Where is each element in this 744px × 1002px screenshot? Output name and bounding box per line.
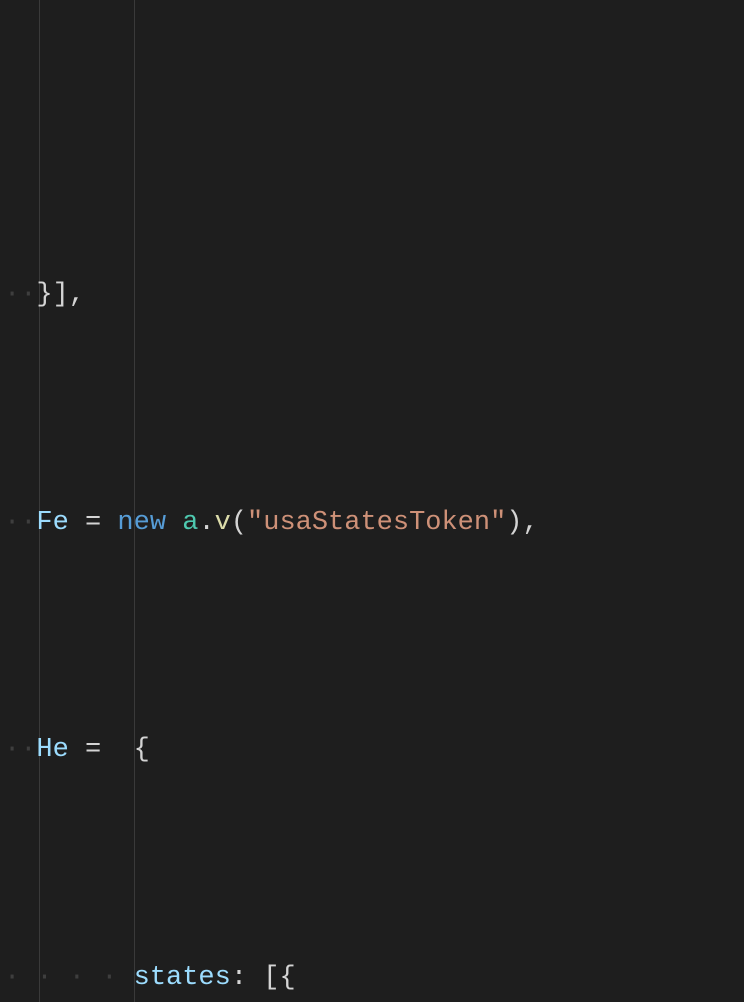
code-line[interactable]: ··}], — [4, 273, 744, 319]
identifier-v: v — [215, 508, 231, 538]
whitespace: · · · · — [4, 963, 134, 993]
whitespace: ·· — [4, 508, 36, 538]
code-line[interactable]: · · · · states: [{ — [4, 956, 744, 1002]
punct: . — [198, 508, 214, 538]
code-editor[interactable]: ··}], ··Fe = new a.v("usaStatesToken"), … — [0, 0, 744, 1002]
whitespace: ·· — [4, 280, 36, 310]
punct: ( — [231, 508, 247, 538]
punct: ), — [506, 508, 538, 538]
operator: = — [69, 508, 118, 538]
operator: = — [69, 735, 118, 765]
punct: { — [117, 735, 149, 765]
property-states: states — [134, 963, 231, 993]
code-line[interactable]: ··He = { — [4, 728, 744, 774]
identifier-fe: Fe — [36, 508, 68, 538]
identifier-a: a — [182, 508, 198, 538]
keyword-new: new — [117, 508, 166, 538]
whitespace: ·· — [4, 735, 36, 765]
punct: : — [231, 963, 263, 993]
code-line[interactable]: ··Fe = new a.v("usaStatesToken"), — [4, 501, 744, 547]
punct: [{ — [263, 963, 295, 993]
identifier-he: He — [36, 735, 68, 765]
string-literal: "usaStatesToken" — [247, 508, 506, 538]
punct: }], — [36, 280, 85, 310]
